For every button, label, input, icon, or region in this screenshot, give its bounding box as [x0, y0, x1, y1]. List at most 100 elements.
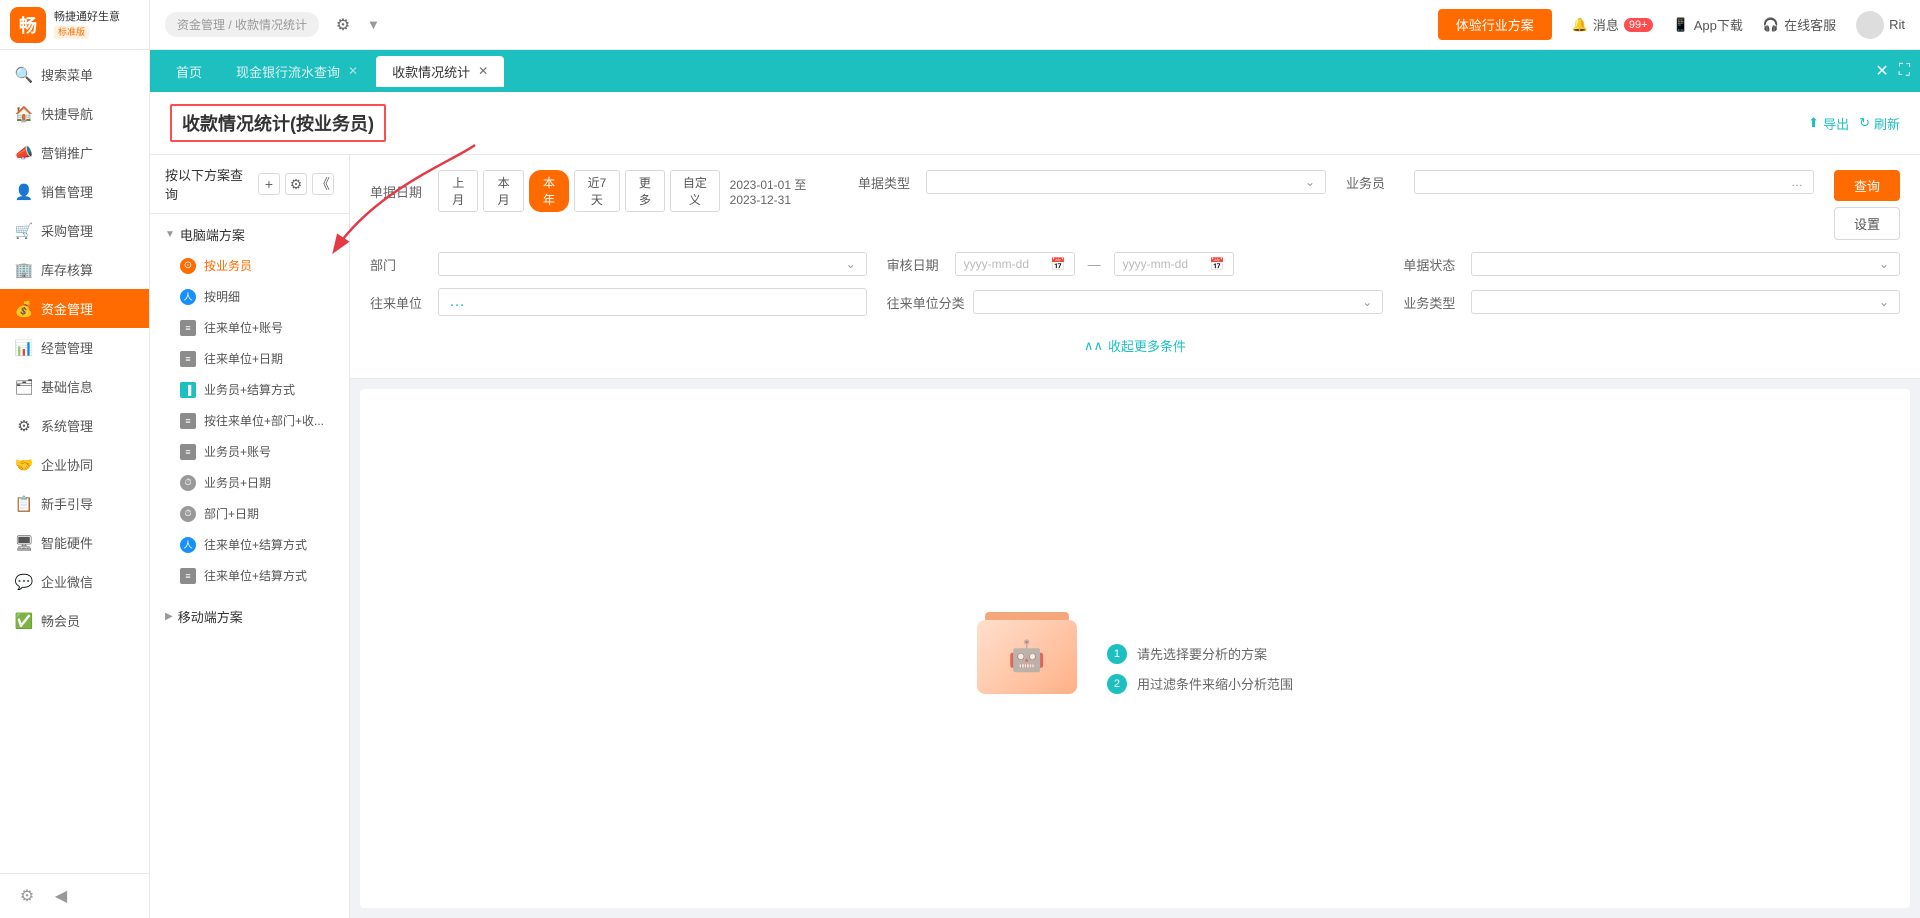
date-btn-this-year[interactable]: 本年	[529, 170, 569, 212]
schema-group-mobile-title[interactable]: ▶ 移动端方案	[150, 601, 349, 632]
bell-icon: 🔔	[1572, 17, 1588, 33]
partner-label: 往来单位	[370, 293, 430, 312]
schema-item-by-detail[interactable]: 人 按明细	[150, 281, 349, 312]
schema-item-by-salesperson[interactable]: ⊙ 按业务员	[150, 250, 349, 281]
sidebar-settings-icon[interactable]: ⚙	[15, 884, 39, 908]
sidebar-item-corp[interactable]: 🤝 企业协同	[0, 445, 149, 484]
sidebar: 畅 畅捷通好生意 标准版 🔍 搜索菜单 🏠 快捷导航 📣 营销推广 👤 销售管理…	[0, 0, 150, 918]
sidebar-logo: 畅 畅捷通好生意 标准版	[0, 0, 149, 50]
schema-group-desktop-title[interactable]: ▼ 电脑端方案	[150, 219, 349, 250]
partner-dots-icon[interactable]: …	[449, 293, 465, 311]
schema-icon-clock2: ⏱	[180, 506, 196, 522]
left-panel: 按以下方案查询 + ⚙ 《 ▼ 电脑端方案 ⊙ 按业务员	[150, 155, 350, 918]
date-dash: —	[1083, 257, 1106, 272]
schema-item-partner-account[interactable]: ≡ 往来单位+账号	[150, 312, 349, 343]
calendar-to-icon: 📅	[1210, 257, 1225, 271]
app-download-button[interactable]: 📱 App下载	[1673, 15, 1743, 34]
tab-maximize-window[interactable]: ⛶	[1899, 62, 1910, 80]
schema-item-partner-dept[interactable]: ≡ 按往来单位+部门+收...	[150, 405, 349, 436]
step-num-2: 2	[1107, 674, 1127, 694]
main-area: 资金管理 / 收款情况统计 ⚙ ▼ 体验行业方案 🔔 消息 99+ 📱 App下…	[150, 0, 1920, 918]
sidebar-item-marketing[interactable]: 📣 营销推广	[0, 133, 149, 172]
biz-type-select[interactable]: ⌄	[1471, 290, 1900, 314]
collapse-more-conditions[interactable]: ∧∧ 收起更多条件	[370, 328, 1900, 363]
tab-close-window[interactable]: ✕	[1875, 61, 1888, 81]
audit-date-from[interactable]: yyyy-mm-dd 📅	[955, 252, 1075, 276]
schema-item-salesperson-date[interactable]: ⏱ 业务员+日期	[150, 467, 349, 498]
schema-item-partner-settlement1[interactable]: 人 往来单位+结算方式	[150, 529, 349, 560]
step-num-1: 1	[1107, 644, 1127, 664]
topbar-gear-icon[interactable]: ⚙	[329, 11, 357, 39]
partner-category-select[interactable]: ⌄	[973, 290, 1384, 314]
date-btn-this-month[interactable]: 本月	[483, 170, 523, 212]
tab-close-collection[interactable]: ✕	[478, 64, 488, 78]
doc-type-chevron: ⌄	[1305, 175, 1315, 189]
topbar-dropdown-icon[interactable]: ▼	[367, 17, 380, 32]
sidebar-item-inventory[interactable]: 🏢 库存核算	[0, 250, 149, 289]
dept-select[interactable]: ⌄	[438, 252, 867, 276]
date-btn-7days[interactable]: 近7天	[574, 170, 620, 212]
schema-item-partner-date[interactable]: ≡ 往来单位+日期	[150, 343, 349, 374]
add-scheme-button[interactable]: +	[258, 173, 280, 195]
export-button[interactable]: ⬆ 导出	[1808, 114, 1849, 133]
trial-button[interactable]: 体验行业方案	[1438, 9, 1552, 40]
refresh-button[interactable]: ↻ 刷新	[1859, 114, 1900, 133]
doc-type-select[interactable]: ⌄	[926, 170, 1326, 194]
sidebar-collapse-icon[interactable]: ◀	[49, 884, 73, 908]
wechat-icon: 💬	[15, 573, 33, 591]
schema-item-salesperson-settlement[interactable]: ▐ 业务员+结算方式	[150, 374, 349, 405]
content-area: 收款情况统计(按业务员) ⬆ 导出 ↻ 刷新 按以下方案查询 + ⚙	[150, 92, 1920, 918]
topbar-right: 体验行业方案 🔔 消息 99+ 📱 App下载 🎧 在线客服 Rit	[1438, 9, 1905, 40]
schema-item-dept-date[interactable]: ⏱ 部门+日期	[150, 498, 349, 529]
sidebar-item-sales[interactable]: 👤 销售管理	[0, 172, 149, 211]
tab-collection-stats[interactable]: 收款情况统计 ✕	[376, 56, 504, 87]
sidebar-item-base[interactable]: 🗂 基础信息	[0, 367, 149, 406]
salesperson-select[interactable]: …	[1414, 170, 1814, 194]
sidebar-item-quick-nav[interactable]: 🏠 快捷导航	[0, 94, 149, 133]
sidebar-item-guide[interactable]: 📋 新手引导	[0, 484, 149, 523]
date-btn-more[interactable]: 更多	[625, 170, 665, 212]
schema-icon-bar1: ▐	[180, 382, 196, 398]
tabs-window-controls: ✕ ⛶	[1875, 61, 1910, 81]
sidebar-item-wechat[interactable]: 💬 企业微信	[0, 562, 149, 601]
partner-select[interactable]: …	[438, 288, 867, 316]
online-service-button[interactable]: 🎧 在线客服	[1763, 15, 1836, 34]
body-area: 按以下方案查询 + ⚙ 《 ▼ 电脑端方案 ⊙ 按业务员	[150, 155, 1920, 918]
date-btn-custom[interactable]: 自定义	[670, 170, 720, 212]
sidebar-item-member[interactable]: ✅ 畅会员	[0, 601, 149, 640]
folder-icon: 🗂	[15, 378, 33, 396]
left-panel-title: 按以下方案查询	[165, 165, 253, 203]
schema-group-desktop: ▼ 电脑端方案 ⊙ 按业务员 人 按明细 ≡ 往来单位+账号	[150, 214, 349, 596]
query-button[interactable]: 查询	[1834, 170, 1900, 201]
schema-item-salesperson-account[interactable]: ≡ 业务员+账号	[150, 436, 349, 467]
avatar-img	[1856, 11, 1884, 39]
schema-item-partner-settlement2[interactable]: ≡ 往来单位+结算方式	[150, 560, 349, 591]
sidebar-item-system[interactable]: ⚙ 系统管理	[0, 406, 149, 445]
schema-icon-people: 人	[180, 289, 196, 305]
tab-close-bank[interactable]: ✕	[348, 64, 358, 78]
user-avatar[interactable]: Rit	[1856, 11, 1905, 39]
sidebar-item-hardware[interactable]: 🖥 智能硬件	[0, 523, 149, 562]
tab-bank-flow[interactable]: 现金银行流水查询 ✕	[220, 56, 374, 87]
biz-type-label: 业务类型	[1403, 293, 1463, 312]
messages-button[interactable]: 🔔 消息 99+	[1572, 15, 1653, 34]
cart-icon: 🛒	[15, 222, 33, 240]
money-icon: 💰	[15, 300, 33, 318]
sidebar-item-purchase[interactable]: 🛒 采购管理	[0, 211, 149, 250]
scheme-settings-button[interactable]: ⚙	[285, 173, 307, 195]
doc-status-select[interactable]: ⌄	[1471, 252, 1900, 276]
date-btn-last-month[interactable]: 上月	[438, 170, 478, 212]
partner-cat-chevron: ⌄	[1362, 295, 1372, 309]
sidebar-item-search[interactable]: 🔍 搜索菜单	[0, 55, 149, 94]
page-actions: ⬆ 导出 ↻ 刷新	[1808, 114, 1900, 133]
member-icon: ✅	[15, 612, 33, 630]
schema-icon-table1: ≡	[180, 320, 196, 336]
collapse-panel-button[interactable]: 《	[312, 173, 334, 195]
sidebar-item-ops[interactable]: 📊 经营管理	[0, 328, 149, 367]
audit-date-to[interactable]: yyyy-mm-dd 📅	[1114, 252, 1234, 276]
headset-icon: 🎧	[1763, 17, 1779, 33]
schema-icon-people2: 人	[180, 537, 196, 553]
sidebar-item-finance[interactable]: 💰 资金管理	[0, 289, 149, 328]
tab-home[interactable]: 首页	[160, 56, 218, 87]
settings-button[interactable]: 设置	[1834, 207, 1900, 240]
